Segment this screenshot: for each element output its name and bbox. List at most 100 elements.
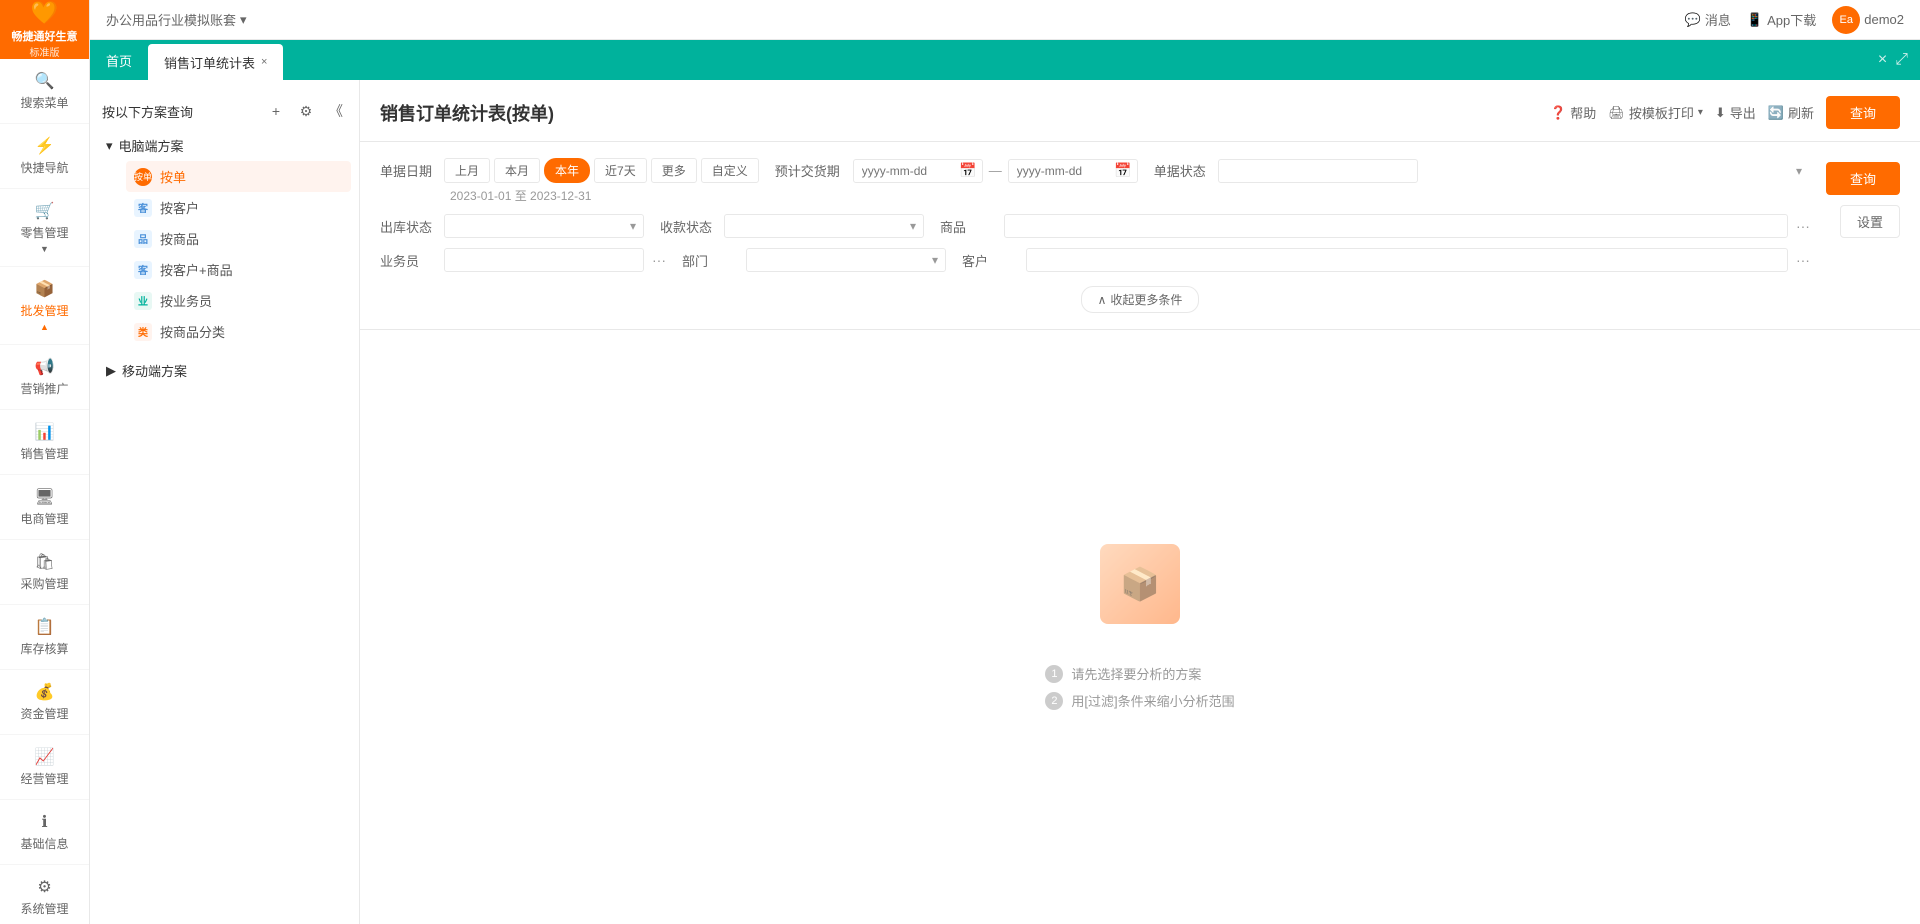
download-icon: 📱 [1747, 12, 1763, 28]
refresh-label: 刷新 [1788, 103, 1814, 122]
export-label: 导出 [1730, 103, 1756, 122]
tabbar-right-actions: × ⤢ [1878, 51, 1920, 69]
expected-date-start-input[interactable] [853, 159, 983, 183]
scheme-icon-by-customer-product: 客 [134, 261, 152, 279]
collapse-label: 收起更多条件 [1110, 291, 1182, 308]
operation-nav-icon: 📈 [35, 747, 55, 767]
user-name: demo2 [1864, 12, 1904, 27]
export-button[interactable]: ⬇ 导出 [1715, 103, 1756, 122]
status-select[interactable] [1218, 159, 1418, 183]
filter-area: 单据日期 上月 本月 本年 近7天 更多 自定义 [360, 142, 1920, 330]
department-select[interactable] [746, 248, 946, 272]
sidebar-item-marketing[interactable]: 📢 营销推广 [0, 345, 89, 410]
expected-date-filter-group: 预计交货期 📅 — 📅 [775, 159, 1138, 183]
tab-close-icon[interactable]: × [261, 56, 267, 68]
date-btn-this-month[interactable]: 本月 [494, 158, 540, 183]
retail-arrow-icon: ▼ [40, 244, 49, 254]
tab-maximize-icon[interactable]: ⤢ [1895, 51, 1908, 69]
query-button[interactable]: 查询 [1826, 96, 1900, 129]
sidebar-item-inventory[interactable]: 📋 库存核算 [0, 605, 89, 670]
tab-sales-stats[interactable]: 销售订单统计表 × [148, 44, 283, 80]
pc-scheme-section[interactable]: ▾ 电脑端方案 [98, 130, 351, 161]
salesman-filter-input[interactable] [444, 248, 644, 272]
customer-more-icon[interactable]: ··· [1796, 252, 1810, 268]
collapse-panel-button[interactable]: 《 [325, 100, 347, 122]
scheme-label-by-customer-product: 按客户+商品 [160, 260, 233, 279]
delivery-filter-group: 出库状态 ▾ [380, 214, 644, 238]
content-area: 按以下方案查询 + ⚙ 《 ▾ 电脑端方案 按单 按单 [90, 80, 1920, 924]
filter-action-buttons: 查询 设置 [1826, 158, 1900, 238]
date-filter-label: 单据日期 [380, 161, 436, 180]
product-filter-input[interactable] [1004, 214, 1788, 238]
app-download-button[interactable]: 📱 App下载 [1747, 10, 1816, 29]
sidebar-item-basic[interactable]: ℹ 基础信息 [0, 800, 89, 865]
product-filter-label: 商品 [940, 217, 996, 236]
salesman-more-icon[interactable]: ··· [652, 252, 666, 268]
sidebar-item-quick[interactable]: ⚡ 快捷导航 [0, 124, 89, 189]
date-btn-custom[interactable]: 自定义 [701, 158, 759, 183]
payment-filter-group: 收款状态 ▾ [660, 214, 924, 238]
customer-filter-input[interactable] [1026, 248, 1788, 272]
query-action-button[interactable]: 查询 [1826, 162, 1900, 195]
sidebar-item-sales[interactable]: 📊 销售管理 [0, 410, 89, 475]
date-btn-this-year[interactable]: 本年 [544, 158, 590, 183]
customer-filter-group: 客户 ··· [962, 248, 1810, 272]
sidebar-item-purchase[interactable]: 🛍 采购管理 [0, 540, 89, 605]
expected-date-end-input[interactable] [1008, 159, 1138, 183]
add-scheme-button[interactable]: + [265, 100, 287, 122]
sidebar-item-search[interactable]: 🔍 搜索菜单 [0, 59, 89, 124]
collapse-filter-button[interactable]: ∧ 收起更多条件 [1081, 286, 1200, 313]
left-panel-actions: + ⚙ 《 [265, 100, 347, 122]
page-actions: ❓ 帮助 🖨 按模板打印 ▾ ⬇ 导出 🔄 [1550, 96, 1900, 129]
scheme-item-by-category[interactable]: 类 按商品分类 [126, 316, 351, 347]
sidebar-item-wholesale[interactable]: 📦 批发管理 ▲ [0, 267, 89, 345]
sidebar-item-system[interactable]: ⚙ 系统管理 [0, 865, 89, 924]
tip-text-2: 用[过滤]条件来缩小分析范围 [1071, 691, 1234, 710]
logo[interactable]: 🧡 畅捷通好生意 标准版 [0, 0, 90, 59]
sidebar-item-finance[interactable]: 💰 资金管理 [0, 670, 89, 735]
pc-section-label: 电脑端方案 [119, 136, 184, 155]
user-menu[interactable]: Ea demo2 [1832, 6, 1904, 34]
scheme-item-by-customer-product[interactable]: 客 按客户+商品 [126, 254, 351, 285]
expected-date-end-wrap: 📅 [1008, 159, 1138, 183]
print-button[interactable]: 🖨 按模板打印 ▾ [1608, 103, 1703, 122]
sidebar-item-ecommerce[interactable]: 🖥 电商管理 [0, 475, 89, 540]
department-filter-label: 部门 [682, 251, 738, 270]
tab-home-label: 首页 [106, 51, 132, 70]
sidebar-item-operation[interactable]: 📈 经营管理 [0, 735, 89, 800]
payment-select[interactable] [724, 214, 924, 238]
scheme-item-by-order[interactable]: 按单 按单 [126, 161, 351, 192]
scheme-item-by-salesman[interactable]: 业 按业务员 [126, 285, 351, 316]
date-btn-more[interactable]: 更多 [651, 158, 697, 183]
message-button[interactable]: 💬 消息 [1685, 10, 1731, 29]
left-panel-title: 按以下方案查询 [102, 102, 193, 121]
refresh-icon: 🔄 [1768, 105, 1784, 121]
scheme-item-by-product[interactable]: 品 按商品 [126, 223, 351, 254]
salesman-filter-group: 业务员 ··· [380, 248, 666, 272]
settings-action-button[interactable]: 设置 [1840, 205, 1900, 238]
mobile-scheme-section[interactable]: ▶ 移动端方案 [98, 355, 351, 386]
breadcrumb-arrow-icon: ▾ [240, 12, 247, 28]
delivery-select[interactable] [444, 214, 644, 238]
sidebar-item-retail[interactable]: 🛒 零售管理 ▼ [0, 189, 89, 267]
collapse-icon: ∧ [1098, 293, 1107, 307]
department-filter-group: 部门 ▾ [682, 248, 946, 272]
breadcrumb-dropdown[interactable]: 办公用品行业模拟账套 ▾ [106, 10, 247, 29]
tab-minimize-icon[interactable]: × [1878, 51, 1887, 69]
date-btn-last-month[interactable]: 上月 [444, 158, 490, 183]
settings-scheme-button[interactable]: ⚙ [295, 100, 317, 122]
product-more-icon[interactable]: ··· [1796, 218, 1810, 234]
date-btn-7days[interactable]: 近7天 [594, 158, 647, 183]
help-button[interactable]: ❓ 帮助 [1550, 103, 1596, 122]
scheme-label-by-category: 按商品分类 [160, 322, 225, 341]
payment-filter-label: 收款状态 [660, 217, 716, 236]
empty-illustration: 📦 [1080, 544, 1200, 644]
refresh-button[interactable]: 🔄 刷新 [1768, 103, 1814, 122]
quick-nav-icon: ⚡ [35, 136, 55, 156]
empty-tip-2: 2 用[过滤]条件来缩小分析范围 [1045, 691, 1234, 710]
print-arrow-icon: ▾ [1698, 107, 1703, 118]
scheme-item-by-customer[interactable]: 客 按客户 [126, 192, 351, 223]
tab-home[interactable]: 首页 [90, 40, 148, 80]
topbar-right: 💬 消息 📱 App下载 Ea demo2 [1685, 6, 1904, 34]
scheme-label-by-salesman: 按业务员 [160, 291, 212, 310]
